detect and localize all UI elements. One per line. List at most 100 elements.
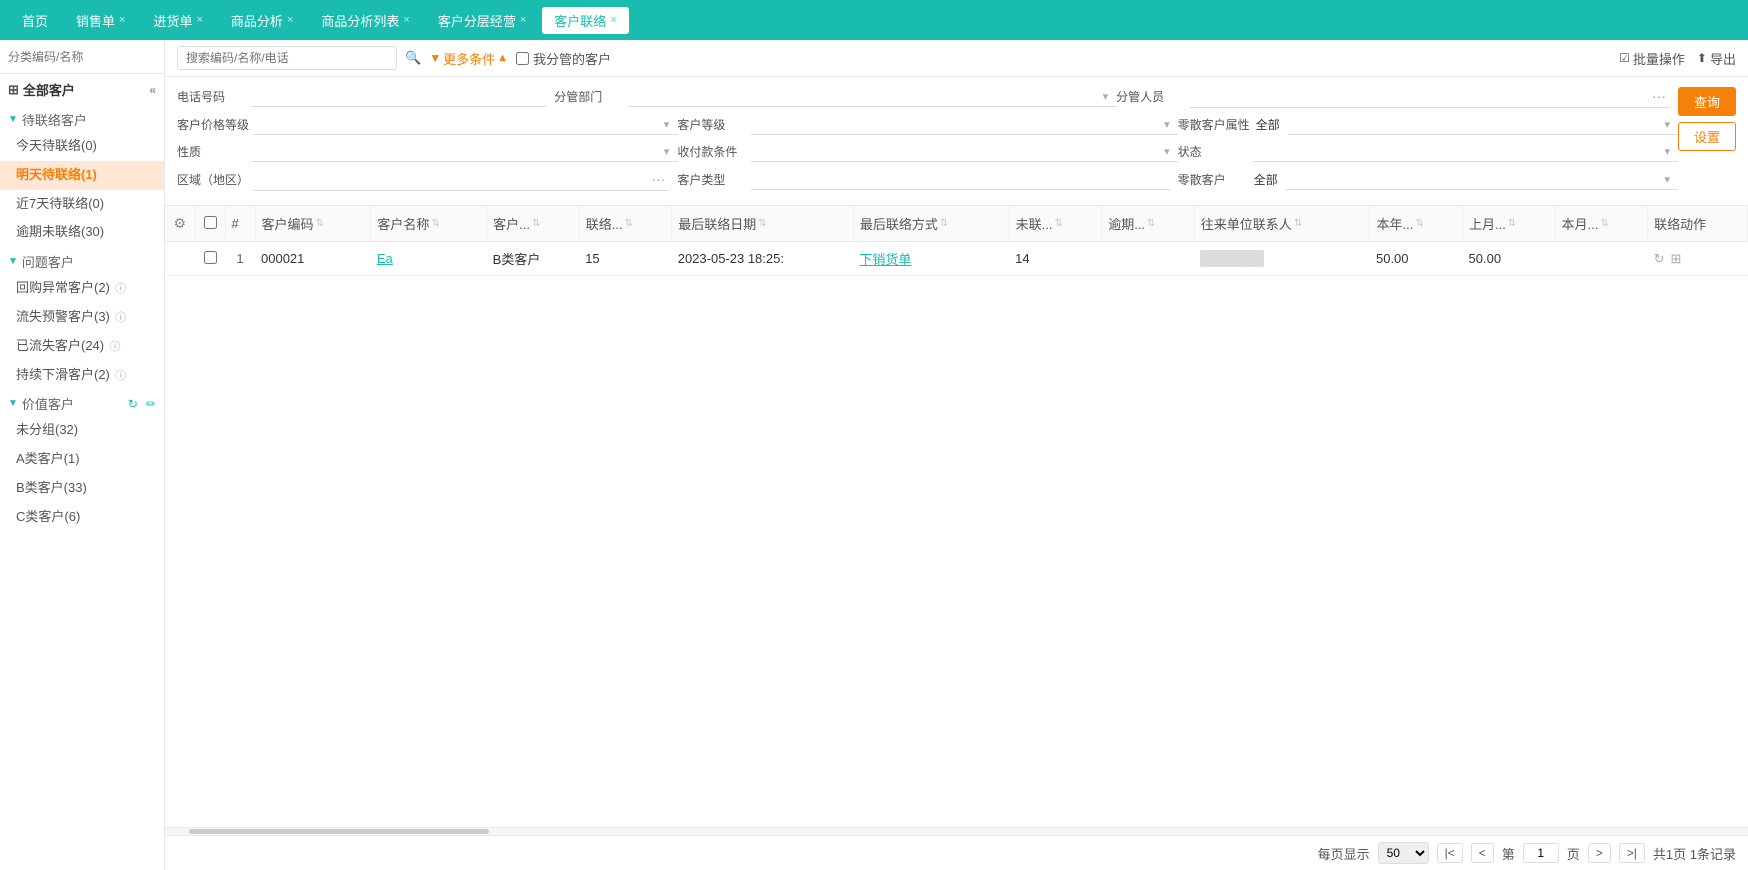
- cust-type-input[interactable]: [751, 169, 1169, 190]
- close-icon[interactable]: ×: [403, 14, 409, 26]
- filter-cell-retail-attr: 零散客户属性 全部 ▾: [1178, 114, 1670, 135]
- cust-type-label: 客户类型: [677, 171, 747, 188]
- export-button[interactable]: ⬆ 导出: [1697, 49, 1736, 68]
- row-name-cell[interactable]: Ea: [371, 242, 487, 276]
- col-type-header[interactable]: 客户... ⇅: [487, 206, 580, 242]
- row-checkbox[interactable]: [204, 251, 217, 264]
- sort-icon: ⇅: [1055, 218, 1063, 229]
- filter-cell-cust-grade: 客户等级 ▾: [677, 114, 1169, 135]
- next-page-button[interactable]: >: [1588, 843, 1611, 863]
- col-checkbox-header[interactable]: [195, 206, 225, 242]
- row-this-month-cell: [1555, 242, 1648, 276]
- batch-ops-button[interactable]: ☑ 批量操作: [1619, 49, 1685, 68]
- sidebar-item-a-class[interactable]: A类客户(1): [0, 445, 164, 474]
- total-label: 共1页 1条记录: [1653, 844, 1736, 863]
- sidebar-item-declining[interactable]: 持续下滑客户(2) ⓘ: [0, 361, 164, 390]
- sidebar-item-ungrouped[interactable]: 未分组(32): [0, 416, 164, 445]
- first-page-button[interactable]: |<: [1437, 843, 1463, 863]
- status-select[interactable]: [1252, 141, 1679, 162]
- last-page-button[interactable]: >|: [1619, 843, 1645, 863]
- col-settings-header[interactable]: ⚙: [165, 206, 195, 242]
- ellipsis-icon[interactable]: ···: [1652, 88, 1666, 104]
- sidebar-item-abnormal[interactable]: 回购异常客户(2) ⓘ: [0, 274, 164, 303]
- sidebar-item-c-class[interactable]: C类客户(6): [0, 503, 164, 532]
- triangle-icon: ▼: [8, 398, 18, 409]
- row-unit-contact-cell: ██████: [1194, 242, 1370, 276]
- nav-customer-tier[interactable]: 客户分层经营 ×: [426, 7, 538, 34]
- retail-cust-select[interactable]: [1286, 169, 1679, 190]
- scrollbar-area[interactable]: [165, 827, 1748, 835]
- nav-goods-analysis[interactable]: 商品分析 ×: [219, 7, 305, 34]
- price-grade-select[interactable]: [253, 114, 678, 135]
- col-this-year-header[interactable]: 本年... ⇅: [1370, 206, 1463, 242]
- refresh-value-icon[interactable]: ↻: [128, 397, 138, 411]
- ellipsis-icon[interactable]: ···: [651, 171, 665, 187]
- col-contacts-header[interactable]: 联络... ⇅: [579, 206, 672, 242]
- select-all-checkbox[interactable]: [204, 216, 217, 229]
- filter-row-3: 性质 ▾ 收付款条件 ▾: [177, 141, 1670, 162]
- sidebar-item-today[interactable]: 今天待联络(0): [0, 132, 164, 161]
- col-num-header: #: [225, 206, 255, 242]
- sidebar-item-b-class[interactable]: B类客户(33): [0, 474, 164, 503]
- more-conditions-button[interactable]: ▼ 更多条件 ▲: [429, 49, 508, 68]
- sidebar-item-churned[interactable]: 已流失客户(24) ⓘ: [0, 332, 164, 361]
- sidebar-search-input[interactable]: [8, 50, 163, 64]
- footer-pagination: 每页显示 50 100 200 |< < 第 页 > >| 共1页 1条记录: [165, 835, 1748, 870]
- row-checkbox-cell[interactable]: [195, 242, 225, 276]
- sidebar-all-customers[interactable]: ⊞ 全部客户 «: [0, 74, 164, 105]
- filter-actions: 查询 设置: [1678, 85, 1736, 197]
- query-button[interactable]: 查询: [1678, 87, 1736, 116]
- cust-grade-select[interactable]: [751, 114, 1178, 135]
- sidebar-item-overdue-contact[interactable]: 逾期未联络(30): [0, 218, 164, 247]
- sidebar-item-tomorrow[interactable]: 明天待联络(1): [0, 161, 164, 190]
- nav-sales[interactable]: 销售单 ×: [64, 7, 137, 34]
- settings-col-icon[interactable]: ⚙: [173, 215, 186, 231]
- sort-icon: ⇅: [1415, 218, 1423, 229]
- customer-name-link[interactable]: Ea: [377, 251, 393, 266]
- col-overdue-header[interactable]: 逾期... ⇅: [1102, 206, 1195, 242]
- nav-home[interactable]: 首页: [10, 7, 60, 34]
- sidebar-item-7days[interactable]: 近7天待联络(0): [0, 190, 164, 219]
- scrollbar-thumb[interactable]: [189, 829, 489, 834]
- dept-select[interactable]: [628, 86, 1116, 107]
- edit-value-icon[interactable]: ✏: [146, 397, 156, 411]
- sort-icon: ⇅: [1147, 218, 1155, 229]
- chevron-left-icon: «: [149, 83, 156, 97]
- dept-label: 分管部门: [554, 88, 624, 105]
- col-not-contacted-header[interactable]: 未联... ⇅: [1009, 206, 1102, 242]
- grid-action-icon[interactable]: ⊞: [1670, 251, 1681, 267]
- col-last-date-header[interactable]: 最后联络日期 ⇅: [672, 206, 854, 242]
- col-name-header[interactable]: 客户名称 ⇅: [371, 206, 487, 242]
- sidebar-item-churn-warning[interactable]: 流失预警客户(3) ⓘ: [0, 303, 164, 332]
- page-label: 第: [1502, 844, 1515, 863]
- retail-attr-select[interactable]: [1288, 114, 1679, 135]
- per-page-select[interactable]: 50 100 200: [1378, 842, 1429, 864]
- nature-select[interactable]: [251, 141, 678, 162]
- col-last-method-header[interactable]: 最后联络方式 ⇅: [853, 206, 1009, 242]
- my-customers-checkbox[interactable]: 我分管的客户: [516, 49, 611, 68]
- right-actions: ☑ 批量操作 ⬆ 导出: [1619, 49, 1736, 68]
- nav-customer-contact[interactable]: 客户联络 ×: [542, 7, 628, 34]
- prev-page-button[interactable]: <: [1471, 843, 1494, 863]
- row-last-method-cell[interactable]: 下销货单: [853, 242, 1009, 276]
- row-type-cell: B类客户: [487, 242, 580, 276]
- close-icon[interactable]: ×: [119, 14, 125, 26]
- search-input[interactable]: [177, 46, 397, 70]
- col-unit-contact-header[interactable]: 往来单位联系人 ⇅: [1194, 206, 1370, 242]
- page-input[interactable]: [1523, 843, 1559, 863]
- nav-goods-analysis-list[interactable]: 商品分析列表 ×: [309, 7, 421, 34]
- settings-button[interactable]: 设置: [1678, 122, 1736, 151]
- col-this-month-header[interactable]: 本月... ⇅: [1555, 206, 1648, 242]
- close-icon[interactable]: ×: [610, 14, 616, 26]
- search-icon[interactable]: 🔍: [405, 50, 421, 66]
- close-icon[interactable]: ×: [287, 14, 293, 26]
- payment-select[interactable]: [751, 141, 1178, 162]
- last-method-link[interactable]: 下销货单: [859, 252, 911, 267]
- phone-input[interactable]: [251, 86, 546, 107]
- nav-purchase[interactable]: 进货单 ×: [141, 7, 214, 34]
- refresh-action-icon[interactable]: ↻: [1654, 251, 1665, 267]
- col-last-month-header[interactable]: 上月... ⇅: [1463, 206, 1556, 242]
- close-icon[interactable]: ×: [520, 14, 526, 26]
- close-icon[interactable]: ×: [196, 14, 202, 26]
- col-code-header[interactable]: 客户编码 ⇅: [255, 206, 371, 242]
